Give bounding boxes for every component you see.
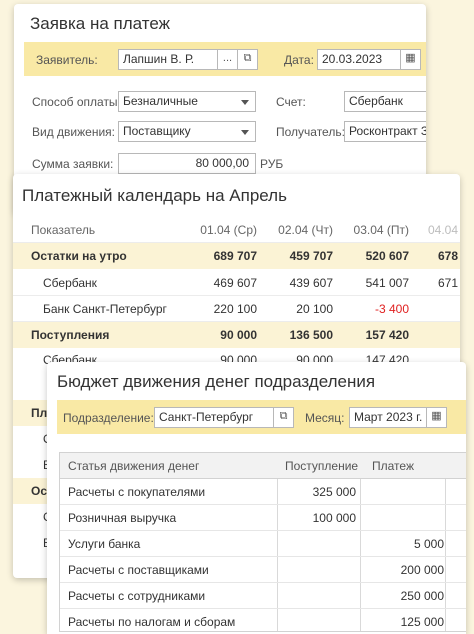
row-label: Сбербанк bbox=[43, 276, 97, 290]
chevron-down-icon[interactable] bbox=[241, 100, 249, 105]
movement-type-label: Вид движения: bbox=[32, 125, 115, 139]
column-header-date-2[interactable]: 02.04 (Чт) bbox=[259, 217, 333, 243]
table-row[interactable]: Услуги банка 5 000 bbox=[60, 531, 466, 557]
column-header-indicator[interactable]: Показатель bbox=[31, 217, 95, 243]
budget-table: Статья движения денег Поступление Платеж… bbox=[59, 452, 466, 632]
amount-label: Сумма заявки: bbox=[32, 157, 114, 171]
cell-value: 157 420 bbox=[365, 328, 409, 342]
payment-method-value: Безналичные bbox=[123, 94, 198, 108]
currency-label: РУБ bbox=[260, 157, 284, 171]
month-field[interactable]: Март 2023 г. ▦ bbox=[349, 407, 447, 428]
recipient-label: Получатель: bbox=[276, 125, 345, 139]
column-header-date-1[interactable]: 01.04 (Ср) bbox=[181, 217, 257, 243]
applicant-open-icon[interactable]: ⧉ bbox=[237, 50, 257, 69]
applicant-label: Заявитель: bbox=[36, 53, 98, 67]
applicant-select-button[interactable]: ... bbox=[217, 50, 237, 69]
cell-value: 469 607 bbox=[213, 276, 257, 290]
date-value: 20.03.2023 bbox=[322, 52, 383, 66]
calendar-icon[interactable]: ▦ bbox=[400, 50, 420, 69]
calendar-icon[interactable]: ▦ bbox=[426, 408, 446, 427]
cell-value: 541 007 bbox=[365, 276, 409, 290]
division-open-icon[interactable]: ⧉ bbox=[273, 408, 293, 427]
column-header-article[interactable]: Статья движения денег bbox=[68, 453, 199, 479]
division-field[interactable]: Санкт-Петербург ⧉ bbox=[154, 407, 294, 428]
column-header-date-4[interactable]: 04.04 bbox=[411, 217, 458, 243]
calendar-header-row: Показатель 01.04 (Ср) 02.04 (Чт) 03.04 (… bbox=[13, 217, 460, 243]
chevron-down-icon[interactable] bbox=[241, 130, 249, 135]
recipient-value: Росконтракт З bbox=[349, 124, 426, 138]
table-row[interactable]: Расчеты с поставщиками 200 000 bbox=[60, 557, 466, 583]
budget-header-row: Статья движения денег Поступление Платеж bbox=[60, 453, 466, 479]
account-value: Сбербанк bbox=[349, 94, 403, 108]
cell-value: 671 bbox=[437, 276, 458, 290]
cell-value: 220 100 bbox=[213, 302, 257, 316]
cell-value-negative: -3 400 bbox=[374, 302, 409, 316]
cell-value: 90 000 bbox=[220, 328, 257, 342]
division-label: Подразделение: bbox=[63, 411, 154, 425]
date-label: Дата: bbox=[284, 53, 314, 67]
row-label: Расчеты с поставщиками bbox=[68, 563, 209, 577]
table-row[interactable]: Банк Санкт-Петербург 220 100 20 100 -3 4… bbox=[13, 296, 460, 322]
table-row[interactable]: Расчеты с покупателями 325 000 bbox=[60, 479, 466, 505]
column-header-income[interactable]: Поступление bbox=[285, 453, 358, 479]
budget-window: Бюджет движения денег подразделения Подр… bbox=[47, 362, 466, 634]
cell-value: 678 bbox=[437, 249, 458, 263]
cell-value: 325 000 bbox=[312, 485, 356, 499]
payment-method-label: Способ оплаты: bbox=[32, 95, 121, 109]
recipient-field[interactable]: Росконтракт З bbox=[344, 121, 426, 142]
division-value: Санкт-Петербург bbox=[159, 410, 254, 424]
row-label: Расчеты с сотрудниками bbox=[68, 589, 206, 603]
budget-title: Бюджет движения денег подразделения bbox=[57, 372, 376, 391]
table-row[interactable]: Сбербанк 469 607 439 607 541 007 671 bbox=[13, 270, 460, 296]
cell-value: 689 707 bbox=[213, 249, 257, 263]
amount-field[interactable]: 80 000,00 bbox=[118, 153, 256, 174]
row-label: Расчеты с покупателями bbox=[68, 485, 206, 499]
row-label: Остатки на утро bbox=[31, 249, 127, 263]
payment-request-title: Заявка на платеж bbox=[30, 14, 170, 33]
cell-value: 200 000 bbox=[400, 563, 444, 577]
applicant-value: Лапшин В. Р. bbox=[123, 52, 195, 66]
row-label: Банк Санкт-Петербург bbox=[43, 302, 167, 316]
cell-value: 459 707 bbox=[289, 249, 333, 263]
payment-method-select[interactable]: Безналичные bbox=[118, 91, 256, 112]
applicant-field[interactable]: Лапшин В. Р. ... ⧉ bbox=[118, 49, 258, 70]
table-row[interactable]: Поступления 90 000 136 500 157 420 bbox=[13, 322, 460, 348]
cell-value: 250 000 bbox=[400, 589, 444, 603]
cell-value: 136 500 bbox=[289, 328, 333, 342]
month-value: Март 2023 г. bbox=[354, 410, 423, 424]
movement-type-select[interactable]: Поставщику bbox=[118, 121, 256, 142]
row-label: Услуги банка bbox=[68, 537, 141, 551]
table-row[interactable]: Остатки на утро 689 707 459 707 520 607 … bbox=[13, 243, 460, 269]
row-label: Розничная выручка bbox=[68, 511, 177, 525]
account-label: Счет: bbox=[276, 95, 306, 109]
column-header-date-3[interactable]: 03.04 (Пт) bbox=[335, 217, 409, 243]
cell-value: 5 000 bbox=[413, 537, 444, 551]
row-label: Поступления bbox=[31, 328, 110, 342]
account-field[interactable]: Сбербанк bbox=[344, 91, 426, 112]
month-label: Месяц: bbox=[305, 411, 345, 425]
row-label: Расчеты по налогам и сборам bbox=[68, 615, 236, 629]
movement-type-value: Поставщику bbox=[123, 124, 191, 138]
cell-value: 439 607 bbox=[289, 276, 333, 290]
table-row[interactable]: Расчеты с сотрудниками 250 000 bbox=[60, 583, 466, 609]
table-row[interactable]: Расчеты по налогам и сборам 125 000 bbox=[60, 609, 466, 631]
column-header-payment[interactable]: Платеж bbox=[372, 453, 414, 479]
payment-calendar-title: Платежный календарь на Апрель bbox=[22, 186, 287, 205]
table-row[interactable]: Розничная выручка 100 000 bbox=[60, 505, 466, 531]
cell-value: 520 607 bbox=[365, 249, 409, 263]
cell-value: 125 000 bbox=[400, 615, 444, 629]
date-field[interactable]: 20.03.2023 ▦ bbox=[317, 49, 421, 70]
cell-value: 100 000 bbox=[312, 511, 356, 525]
cell-value: 20 100 bbox=[296, 302, 333, 316]
